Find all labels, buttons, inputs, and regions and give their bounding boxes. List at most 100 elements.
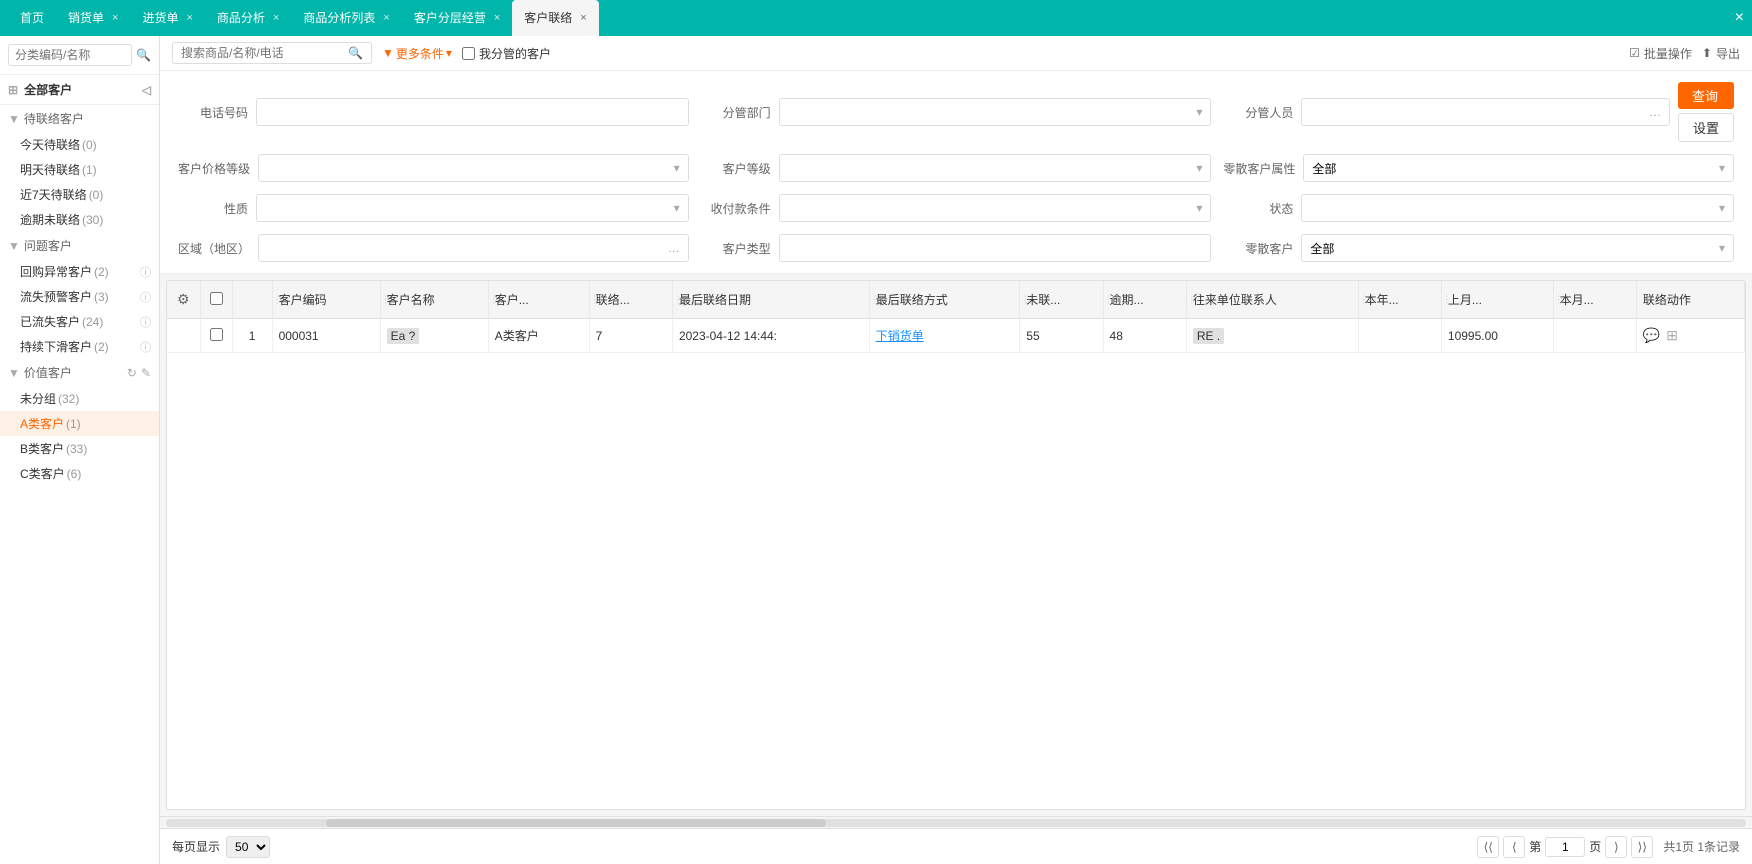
grid-icon: ⊞ xyxy=(8,83,18,97)
person-input[interactable]: … xyxy=(1301,98,1670,126)
info-icon4[interactable]: ⓘ xyxy=(140,339,151,355)
sidebar-item-tomorrow-pending[interactable]: 明天待联络 (1) xyxy=(0,157,159,182)
nav-close-sales[interactable]: × xyxy=(112,0,118,36)
sidebar-item-b-class[interactable]: B类客户 (33) xyxy=(0,436,159,461)
next-page-btn[interactable]: ⟩ xyxy=(1605,836,1627,858)
refresh-icon[interactable]: ↻ xyxy=(127,366,137,380)
edit-icon[interactable]: ✎ xyxy=(141,366,151,380)
select-all-checkbox[interactable] xyxy=(210,292,223,305)
scroll-track xyxy=(166,819,1746,827)
filter-bar: 🔍 ▼ 更多条件 ▾ 我分管的客户 ☑ 批量操作 ⬆ 导出 xyxy=(160,36,1752,71)
data-table: ⚙ ⋮ 客户编码 ⋮ 客户名称 xyxy=(167,281,1745,353)
nav-purchase[interactable]: 进货单 × xyxy=(130,0,204,36)
nav-product-analysis[interactable]: 商品分析 × xyxy=(205,0,291,36)
first-page-btn[interactable]: ⟨⟨ xyxy=(1477,836,1499,858)
filter-phone: 电话号码 xyxy=(172,95,695,129)
per-page-selector: 每页显示 50 xyxy=(172,836,270,858)
sidebar-item-overdue-contact[interactable]: 逾期未联络 (30) xyxy=(0,207,159,232)
retail-customer-dropdown[interactable]: 全部▾ xyxy=(1301,234,1734,262)
sidebar-item-churned[interactable]: 已流失客户 (24) ⓘ xyxy=(0,309,159,334)
sidebar-group-problem[interactable]: ▼ 问题客户 xyxy=(0,232,159,259)
retail-attr-dropdown[interactable]: 全部▾ xyxy=(1303,154,1734,182)
my-customers-checkbox[interactable]: 我分管的客户 xyxy=(462,45,551,62)
page-input[interactable] xyxy=(1545,837,1585,857)
dept-dropdown[interactable]: ▾ xyxy=(779,98,1212,126)
filter-retail-attr: 零散客户属性 全部▾ xyxy=(1217,151,1740,185)
sidebar-search-input[interactable] xyxy=(8,44,132,66)
close-all-tabs[interactable]: × xyxy=(1735,9,1744,27)
pagination: ⟨⟨ ⟨ 第 页 ⟩ ⟩⟩ xyxy=(1477,836,1653,858)
search-field: 🔍 xyxy=(172,42,372,64)
collapse-icon[interactable]: ◁ xyxy=(142,83,151,97)
table-settings-btn[interactable]: ⚙ xyxy=(173,289,194,310)
price-tier-dropdown[interactable]: ▾ xyxy=(258,154,689,182)
info-icon[interactable]: ⓘ xyxy=(140,264,151,280)
nav-product-list[interactable]: 商品分析列表 × xyxy=(291,0,401,36)
sidebar-search-area: 🔍 xyxy=(0,36,159,75)
col-last-month: ⋮ 上月... xyxy=(1441,281,1553,319)
more-filters-btn[interactable]: ▼ 更多条件 ▾ xyxy=(382,45,452,62)
col-this-month: ⋮ 本月... xyxy=(1553,281,1636,319)
nav-close-product-analysis[interactable]: × xyxy=(273,0,279,36)
query-button[interactable]: 查询 xyxy=(1678,82,1734,109)
col-last-method: ⋮ 最后联络方式 xyxy=(869,281,1020,319)
customer-table: ⚙ ⋮ 客户编码 ⋮ 客户名称 xyxy=(166,280,1746,810)
nav-close-customer-tier[interactable]: × xyxy=(494,0,500,36)
sidebar-item-repurchase-abnormal[interactable]: 回购异常客户 (2) ⓘ xyxy=(0,259,159,284)
filter-price-tier: 客户价格等级 ▾ xyxy=(172,151,695,185)
filter-status: 状态 ▾ xyxy=(1217,191,1740,225)
filter-person: 分管人员 … 查询 设置 xyxy=(1217,79,1740,145)
nav-close-purchase[interactable]: × xyxy=(186,0,192,36)
filter-icon: ▼ xyxy=(382,46,394,60)
row-last-method-cell: 下销货单 xyxy=(869,319,1020,353)
last-method-link[interactable]: 下销货单 xyxy=(876,329,924,343)
col-customer-type: ⋮ 客户... xyxy=(488,281,589,319)
status-dropdown[interactable]: ▾ xyxy=(1301,194,1734,222)
message-icon[interactable]: 💬 xyxy=(1643,327,1660,344)
customer-type-input[interactable] xyxy=(779,234,1212,262)
col-contact: ⋮ 联络... xyxy=(589,281,672,319)
horizontal-scrollbar[interactable] xyxy=(160,816,1752,828)
row-this-year-cell xyxy=(1358,319,1441,353)
qr-icon[interactable]: ⊞ xyxy=(1666,327,1678,344)
export-btn[interactable]: ⬆ 导出 xyxy=(1702,45,1740,62)
nav-customer-tier[interactable]: 客户分层经营 × xyxy=(402,0,512,36)
customer-tier-dropdown[interactable]: ▾ xyxy=(779,154,1212,182)
sidebar-item-declining[interactable]: 持续下滑客户 (2) ⓘ xyxy=(0,334,159,359)
sidebar-item-c-class[interactable]: C类客户 (6) xyxy=(0,461,159,486)
phone-input[interactable] xyxy=(256,98,689,126)
arrow-icon3[interactable]: ▼ xyxy=(8,366,20,380)
per-page-select[interactable]: 50 xyxy=(226,836,270,858)
batch-operation-btn[interactable]: ☑ 批量操作 xyxy=(1629,45,1692,62)
filter-row-4: 区域（地区） … 客户类型 零散客户 全部▾ xyxy=(172,231,1740,265)
sidebar-all-customers[interactable]: ⊞ 全部客户 ◁ xyxy=(0,75,159,105)
col-overdue: ⋮ 逾期... xyxy=(1103,281,1186,319)
nav-home[interactable]: 首页 xyxy=(8,0,56,36)
info-icon3[interactable]: ⓘ xyxy=(140,314,151,330)
nav-close-product-list[interactable]: × xyxy=(383,0,389,36)
filter-customer-type: 客户类型 xyxy=(695,231,1218,265)
sidebar-item-ungrouped[interactable]: 未分组 (32) xyxy=(0,386,159,411)
payment-dropdown[interactable]: ▾ xyxy=(779,194,1212,222)
region-input[interactable]: … xyxy=(258,234,689,262)
sidebar-item-churn-warning[interactable]: 流失预警客户 (3) ⓘ xyxy=(0,284,159,309)
info-icon2[interactable]: ⓘ xyxy=(140,289,151,305)
prev-page-btn[interactable]: ⟨ xyxy=(1503,836,1525,858)
nav-sales[interactable]: 销货单 × xyxy=(56,0,130,36)
last-page-btn[interactable]: ⟩⟩ xyxy=(1631,836,1653,858)
sidebar-group-pending[interactable]: ▼ 待联络客户 xyxy=(0,105,159,132)
scroll-thumb[interactable] xyxy=(326,819,826,827)
nav-customer-contact[interactable]: 客户联络 × xyxy=(512,0,598,36)
right-actions: ☑ 批量操作 ⬆ 导出 xyxy=(1629,45,1740,62)
search-input[interactable] xyxy=(181,46,348,60)
nav-close-customer-contact[interactable]: × xyxy=(580,0,586,36)
sidebar-search-icon[interactable]: 🔍 xyxy=(136,48,151,62)
nature-dropdown[interactable]: ▾ xyxy=(256,194,689,222)
set-button[interactable]: 设置 xyxy=(1678,113,1734,142)
sidebar-item-week-pending[interactable]: 近7天待联络 (0) xyxy=(0,182,159,207)
filter-search-icon[interactable]: 🔍 xyxy=(348,46,363,60)
sidebar-item-a-class[interactable]: A类客户 (1) xyxy=(0,411,159,436)
row-checkbox[interactable] xyxy=(210,328,223,341)
my-customers-check[interactable] xyxy=(462,47,475,60)
sidebar-item-today-pending[interactable]: 今天待联络 (0) xyxy=(0,132,159,157)
